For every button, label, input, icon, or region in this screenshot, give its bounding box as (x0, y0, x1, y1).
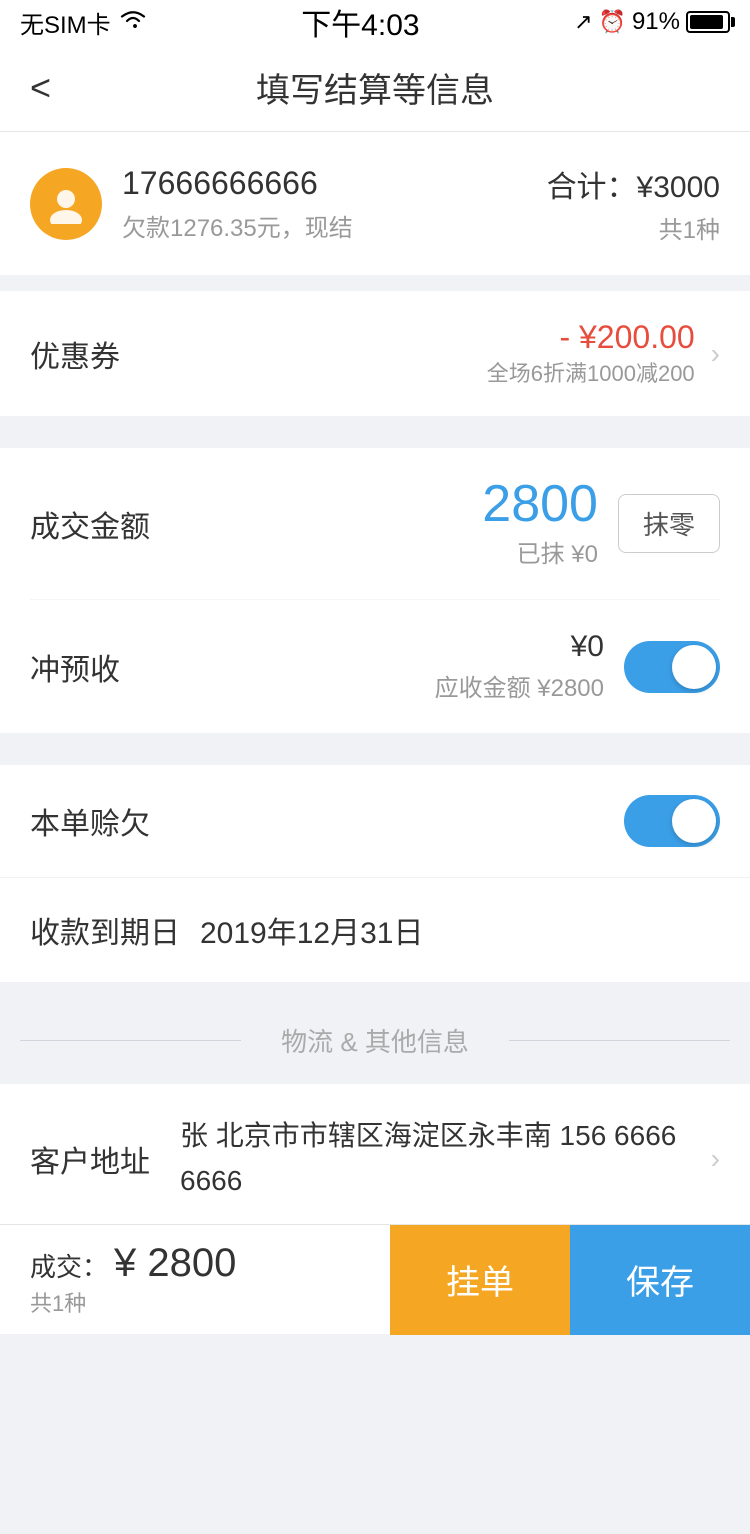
logistics-divider: 物流 & 其他信息 (0, 998, 750, 1083)
logistics-text: 物流 & 其他信息 (281, 1022, 469, 1059)
section-divider-1 (0, 432, 750, 448)
toggle-knob (672, 645, 716, 689)
back-button[interactable]: < (30, 57, 71, 119)
bottom-deal-amount: ¥ 2800 (114, 1241, 236, 1286)
hold-button[interactable]: 挂单 (390, 1225, 570, 1335)
logistics-line-right (509, 1040, 730, 1041)
nav-bar: < 填写结算等信息 (0, 44, 750, 132)
coupon-desc: 全场6折满1000减200 (487, 356, 695, 388)
status-left: 无SIM卡 (20, 5, 147, 40)
battery-percent: 91% (632, 8, 680, 36)
avatar (30, 168, 102, 240)
status-time: 下午4:03 (301, 0, 419, 44)
bottom-bar: 成交： ¥ 2800 共1种 挂单 保存 (0, 1224, 750, 1334)
deal-amount-right: 2800 已抹 ¥0 抹零 (482, 478, 720, 569)
customer-totals: 合计：¥3000 共1种 (547, 162, 720, 245)
bottom-count: 共1种 (30, 1286, 360, 1318)
total-amount: 合计：¥3000 (547, 162, 720, 206)
save-button[interactable]: 保存 (570, 1225, 750, 1335)
address-label: 客户地址 (30, 1137, 150, 1181)
prepay-receivable: 应收金额 ¥2800 (435, 668, 604, 703)
customer-left: 17666666666 欠款1276.35元，现结 (30, 165, 353, 243)
prepay-row: 冲预收 ¥0 应收金额 ¥2800 (30, 600, 720, 733)
wifi-icon (119, 8, 147, 37)
debt-section: 本单赊欠 (0, 765, 750, 877)
debt-toggle-knob (672, 799, 716, 843)
carrier-label: 无SIM卡 (20, 5, 111, 40)
deal-amount-col: 2800 已抹 ¥0 (482, 478, 598, 569)
debt-label: 本单赊欠 (30, 799, 150, 843)
logistics-line-left (20, 1040, 241, 1041)
deal-amount-row: 成交金额 2800 已抹 ¥0 抹零 (30, 448, 720, 600)
deal-section: 成交金额 2800 已抹 ¥0 抹零 冲预收 ¥0 应收金额 ¥2800 (0, 448, 750, 733)
customer-phone: 17666666666 (122, 165, 353, 202)
section-divider-2 (0, 733, 750, 749)
total-count: 共1种 (547, 210, 720, 245)
prepay-amounts: ¥0 应收金额 ¥2800 (435, 630, 604, 703)
alarm-icon: ⏰ (599, 9, 626, 35)
status-bar: 无SIM卡 下午4:03 ↗ ⏰ 91% (0, 0, 750, 44)
due-date-label: 收款到期日 (30, 908, 180, 952)
debt-toggle[interactable] (624, 795, 720, 847)
address-section[interactable]: 客户地址 张 北京市市辖区海淀区永丰南 156 6666 6666 › (0, 1084, 750, 1234)
prepay-toggle[interactable] (624, 641, 720, 693)
deal-amount-label: 成交金额 (30, 502, 150, 546)
coupon-label: 优惠券 (30, 332, 120, 376)
due-date-section: 收款到期日 2019年12月31日 (0, 878, 750, 982)
prepay-zero: ¥0 (571, 630, 604, 664)
page-title: 填写结算等信息 (256, 63, 494, 112)
customer-card: 17666666666 欠款1276.35元，现结 合计：¥3000 共1种 (0, 132, 750, 275)
round-zero-button[interactable]: 抹零 (618, 494, 720, 553)
battery-icon (686, 11, 730, 33)
prepay-label: 冲预收 (30, 645, 120, 689)
bottom-summary: 成交： ¥ 2800 共1种 (0, 1241, 390, 1318)
customer-debt: 欠款1276.35元，现结 (122, 208, 353, 243)
address-value: 张 北京市市辖区海淀区永丰南 156 6666 6666 (180, 1114, 705, 1204)
location-icon: ↗ (574, 9, 592, 35)
coupon-amount: - ¥200.00 (487, 319, 695, 356)
status-right: ↗ ⏰ 91% (574, 8, 730, 36)
prepay-right: ¥0 应收金额 ¥2800 (435, 630, 720, 703)
due-date-value: 2019年12月31日 (200, 908, 423, 952)
chevron-right-icon: › (711, 338, 720, 370)
deal-amount-value: 2800 (482, 478, 598, 530)
customer-info: 17666666666 欠款1276.35元，现结 (122, 165, 353, 243)
coupon-row[interactable]: 优惠券 - ¥200.00 全场6折满1000减200 › (0, 291, 750, 416)
deal-sub-label: 已抹 ¥0 (517, 534, 598, 569)
bottom-deal-label: 成交： (30, 1247, 108, 1284)
coupon-right: - ¥200.00 全场6折满1000减200 › (487, 319, 720, 388)
address-chevron-icon: › (711, 1143, 720, 1175)
